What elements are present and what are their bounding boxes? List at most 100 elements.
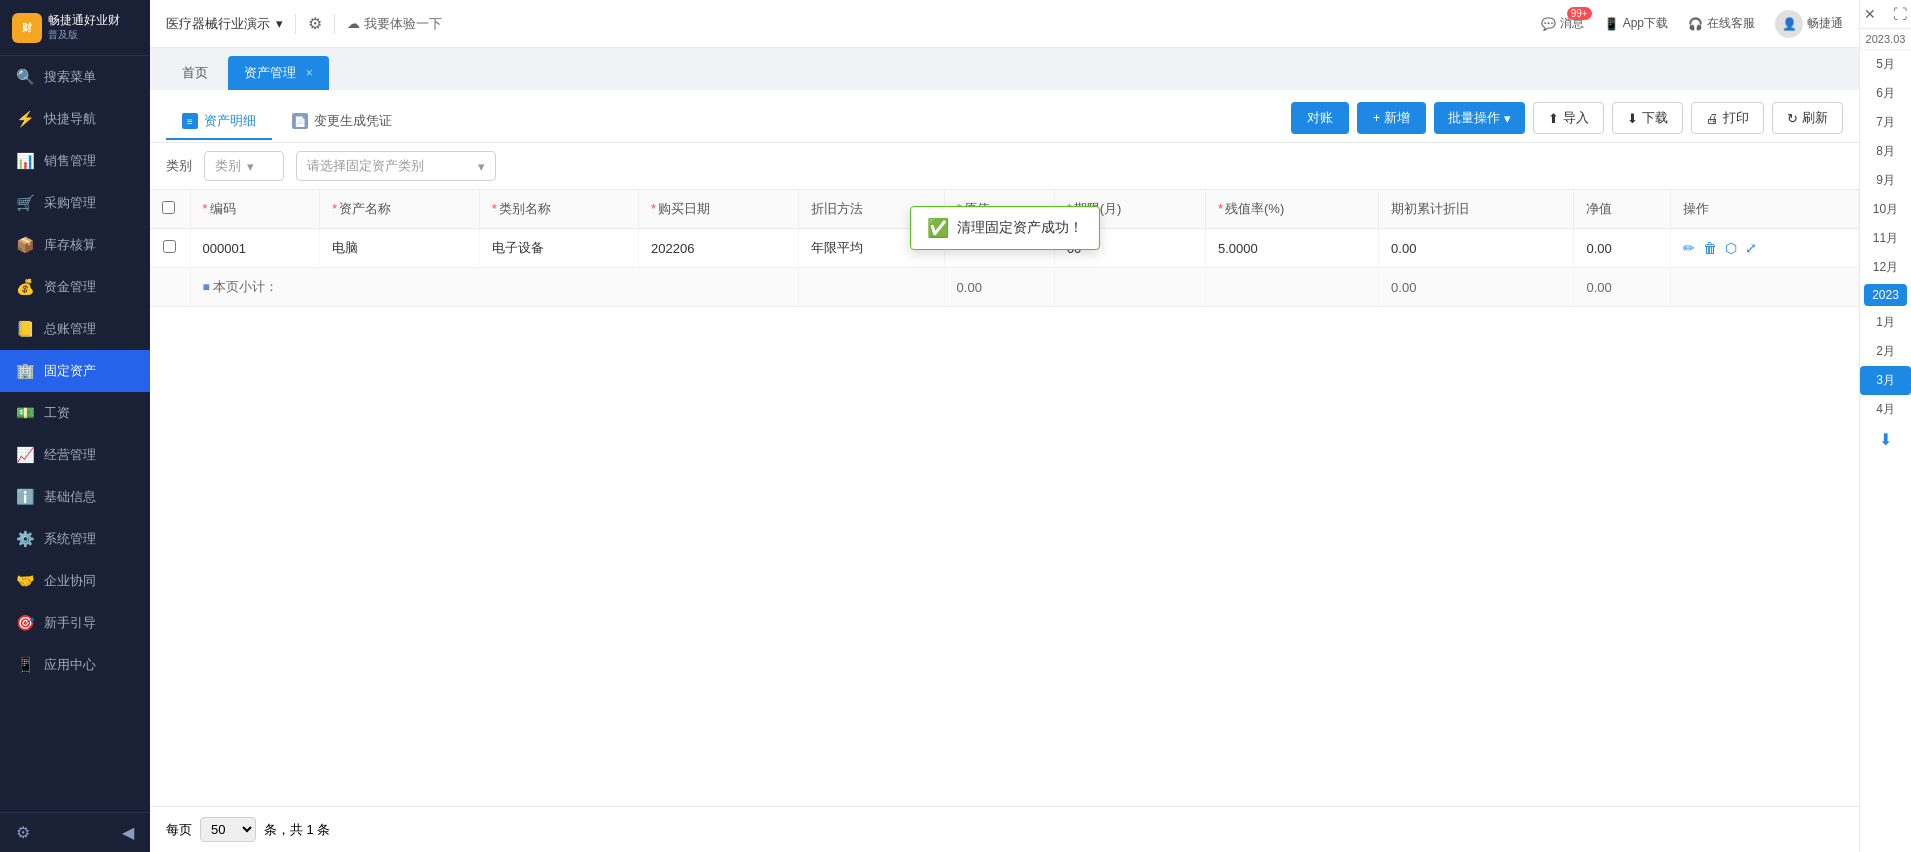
company-name: 医疗器械行业演示 <box>166 15 270 33</box>
th-net-value: 净值 <box>1574 190 1671 229</box>
total-label: 条，共 1 条 <box>264 821 330 839</box>
month-12[interactable]: 12月 <box>1860 253 1911 282</box>
month-10[interactable]: 10月 <box>1860 195 1911 224</box>
month-11[interactable]: 11月 <box>1860 224 1911 253</box>
batch-button[interactable]: 批量操作 ▾ <box>1434 102 1525 134</box>
sidebar-item-cooperation[interactable]: 🤝 企业协同 <box>0 560 150 602</box>
import-label: 导入 <box>1563 109 1589 127</box>
th-residual-rate: *残值率(%) <box>1205 190 1378 229</box>
subtotal-action <box>1671 268 1859 307</box>
cell-residual-rate: 5.0000 <box>1205 229 1378 268</box>
copy-icon[interactable]: ⬡ <box>1725 240 1737 256</box>
experience-button[interactable]: ☁ 我要体验一下 <box>347 15 442 33</box>
subtotal-net-value: 0.00 <box>1574 268 1671 307</box>
sidebar-item-guide[interactable]: 🎯 新手引导 <box>0 602 150 644</box>
sidebar-item-label: 新手引导 <box>44 614 96 632</box>
main-content: 医疗器械行业演示 ▾ ⚙ ☁ 我要体验一下 💬 消息 99+ 📱 App下载 🎧… <box>150 0 1859 852</box>
subtotal-period <box>1054 268 1205 307</box>
month-3[interactable]: 3月 <box>1860 366 1911 395</box>
reconcile-button[interactable]: 对账 <box>1291 102 1349 134</box>
panel-close-icon[interactable]: ✕ <box>1864 6 1876 22</box>
month-6[interactable]: 6月 <box>1860 79 1911 108</box>
right-panel: ✕ ⛶ 2023.03 5月 6月 7月 8月 9月 10月 11月 12月 2… <box>1859 0 1911 852</box>
row-checkbox-cell <box>150 229 190 268</box>
sidebar-item-system[interactable]: ⚙️ 系统管理 <box>0 518 150 560</box>
row-checkbox[interactable] <box>163 240 176 253</box>
guide-icon: 🎯 <box>16 614 34 632</box>
sidebar-item-payroll[interactable]: 💵 工资 <box>0 392 150 434</box>
app-download-label: App下载 <box>1623 15 1668 32</box>
tab-close-icon[interactable]: × <box>306 66 313 80</box>
user-menu[interactable]: 👤 畅捷通 <box>1775 10 1843 38</box>
page-content: ≡ 资产明细 📄 变更生成凭证 对账 + 新增 批量操作 ▾ ⬆ <box>150 90 1859 852</box>
username: 畅捷通 <box>1807 15 1843 32</box>
th-checkbox <box>150 190 190 229</box>
purchase-icon: 🛒 <box>16 194 34 212</box>
service-icon: 🎧 <box>1688 17 1703 31</box>
per-page-select[interactable]: 50 100 <box>200 817 256 842</box>
success-icon: ✅ <box>927 217 949 239</box>
operations-icon: 📈 <box>16 446 34 464</box>
import-button[interactable]: ⬆ 导入 <box>1533 102 1604 134</box>
select-all-checkbox[interactable] <box>162 201 175 214</box>
download-button[interactable]: ⬇ 下载 <box>1612 102 1683 134</box>
add-button[interactable]: + 新增 <box>1357 102 1426 134</box>
collapse-icon[interactable]: ◀ <box>122 823 134 842</box>
basic-info-icon: ℹ️ <box>16 488 34 506</box>
sidebar-item-fixed-assets[interactable]: 🏢 固定资产 <box>0 350 150 392</box>
more-icon[interactable]: ⤢ <box>1745 240 1757 256</box>
sidebar-item-sales[interactable]: 📊 销售管理 <box>0 140 150 182</box>
topbar-divider2 <box>334 14 335 34</box>
sidebar-item-ledger[interactable]: 📒 总账管理 <box>0 308 150 350</box>
settings-icon[interactable]: ⚙ <box>16 823 30 842</box>
tab-asset-mgmt[interactable]: 资产管理 × <box>228 56 329 90</box>
month-5[interactable]: 5月 <box>1860 50 1911 79</box>
cell-category: 电子设备 <box>479 229 638 268</box>
tab-home[interactable]: 首页 <box>166 56 224 90</box>
logo-sub: 普及版 <box>48 28 120 42</box>
sub-tab-change-voucher[interactable]: 📄 变更生成凭证 <box>276 104 408 140</box>
sidebar-item-finance[interactable]: 💰 资金管理 <box>0 266 150 308</box>
experience-icon: ☁ <box>347 16 360 31</box>
sidebar-item-search[interactable]: 🔍 搜索菜单 <box>0 56 150 98</box>
refresh-button[interactable]: ↻ 刷新 <box>1772 102 1843 134</box>
month-8[interactable]: 8月 <box>1860 137 1911 166</box>
sidebar-item-purchase[interactable]: 🛒 采购管理 <box>0 182 150 224</box>
print-button[interactable]: 🖨 打印 <box>1691 102 1764 134</box>
sidebar-item-basic-info[interactable]: ℹ️ 基础信息 <box>0 476 150 518</box>
message-button[interactable]: 💬 消息 99+ <box>1541 15 1584 32</box>
edit-icon[interactable]: ✏ <box>1683 240 1695 256</box>
settings-gear-icon[interactable]: ⚙ <box>308 14 322 33</box>
company-selector[interactable]: 医疗器械行业演示 ▾ <box>166 15 283 33</box>
sidebar-item-inventory[interactable]: 📦 库存核算 <box>0 224 150 266</box>
month-4[interactable]: 4月 <box>1860 395 1911 424</box>
app-center-icon: 📱 <box>16 656 34 674</box>
sidebar-item-label: 库存核算 <box>44 236 96 254</box>
filter-row: 类别 类别 ▾ 请选择固定资产类别 ▾ <box>150 143 1859 190</box>
panel-expand-icon[interactable]: ⛶ <box>1893 6 1907 22</box>
scroll-down-icon[interactable]: ⬇ <box>1879 431 1892 448</box>
month-1[interactable]: 1月 <box>1860 308 1911 337</box>
avatar-icon: 👤 <box>1782 17 1797 31</box>
category-value-select[interactable]: 请选择固定资产类别 ▾ <box>296 151 496 181</box>
online-service-button[interactable]: 🎧 在线客服 <box>1688 15 1755 32</box>
topbar: 医疗器械行业演示 ▾ ⚙ ☁ 我要体验一下 💬 消息 99+ 📱 App下载 🎧… <box>150 0 1859 48</box>
batch-dropdown-icon: ▾ <box>1504 111 1511 126</box>
app-download-button[interactable]: 📱 App下载 <box>1604 15 1668 32</box>
sidebar-bottom: ⚙ ◀ <box>0 812 150 852</box>
download-icon: 📱 <box>1604 17 1619 31</box>
month-7[interactable]: 7月 <box>1860 108 1911 137</box>
sidebar-item-quick-nav[interactable]: ⚡ 快捷导航 <box>0 98 150 140</box>
month-2[interactable]: 2月 <box>1860 337 1911 366</box>
sidebar-item-label: 系统管理 <box>44 530 96 548</box>
sub-tab-asset-detail[interactable]: ≡ 资产明细 <box>166 104 272 140</box>
sidebar-item-app-center[interactable]: 📱 应用中心 <box>0 644 150 686</box>
delete-icon[interactable]: 🗑 <box>1703 240 1717 256</box>
sidebar-item-operations[interactable]: 📈 经营管理 <box>0 434 150 476</box>
category-type-select[interactable]: 类别 ▾ <box>204 151 284 181</box>
month-9[interactable]: 9月 <box>1860 166 1911 195</box>
sub-tabs: ≡ 资产明细 📄 变更生成凭证 对账 + 新增 批量操作 ▾ ⬆ <box>150 90 1859 143</box>
download-label: 下载 <box>1642 109 1668 127</box>
cell-purchase-date: 202206 <box>639 229 798 268</box>
batch-label: 批量操作 <box>1448 109 1500 127</box>
